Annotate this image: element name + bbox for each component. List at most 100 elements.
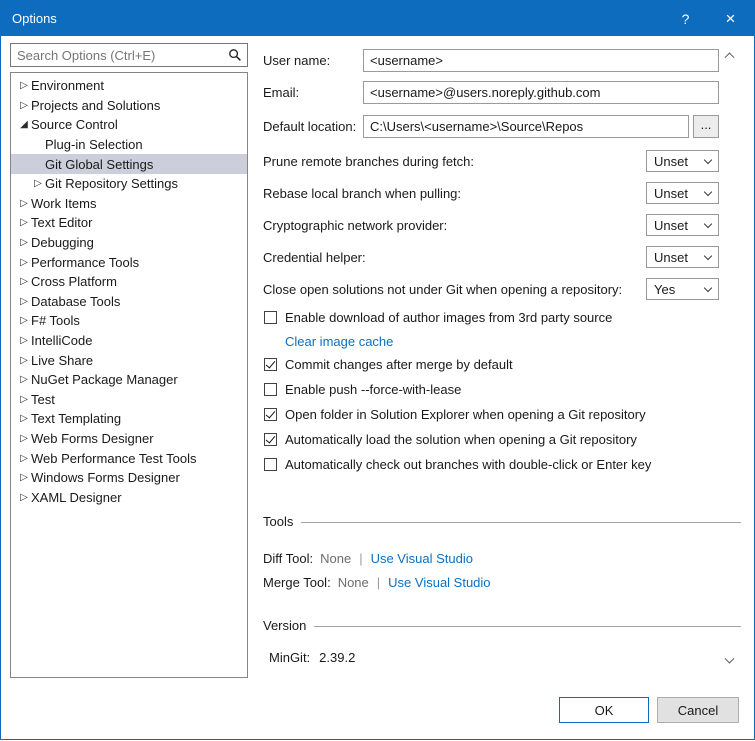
dropdown-credential-helper[interactable]: Unset: [646, 246, 719, 268]
browse-button[interactable]: ...: [693, 115, 719, 138]
expand-glyph-icon[interactable]: ▷: [17, 351, 31, 370]
scroll-down-button[interactable]: [722, 653, 736, 668]
tree-item-label: Environment: [31, 78, 104, 94]
email-label: Email:: [263, 85, 300, 100]
tree-item-web-forms-designer[interactable]: ▷ Web Forms Designer: [11, 429, 247, 449]
dropdown-close-open-solutions-not-under-git-when-opening-a-repository[interactable]: Yes: [646, 278, 719, 300]
tree-item-performance-tools[interactable]: ▷ Performance Tools: [11, 252, 247, 272]
checkbox-row[interactable]: Open folder in Solution Explorer when op…: [264, 402, 726, 427]
tree-item-live-share[interactable]: ▷ Live Share: [11, 350, 247, 370]
tree-item-git-global-settings[interactable]: Git Global Settings: [11, 154, 247, 174]
checkbox-row[interactable]: Enable download of author images from 3r…: [264, 305, 726, 330]
search-icon[interactable]: [223, 44, 247, 66]
dropdown-rebase-local-branch-when-pulling[interactable]: Unset: [646, 182, 719, 204]
expand-glyph-icon[interactable]: ▷: [17, 194, 31, 213]
chevron-up-icon: [724, 51, 734, 62]
cancel-button[interactable]: Cancel: [657, 697, 739, 723]
checkbox-row[interactable]: Automatically check out branches with do…: [264, 452, 726, 477]
tool-row-diff-tool: Diff Tool: None | Use Visual Studio: [263, 546, 491, 570]
scroll-up-button[interactable]: [722, 47, 736, 62]
expand-glyph-icon[interactable]: ▷: [17, 213, 31, 232]
checkbox-row[interactable]: Commit changes after merge by default: [264, 352, 726, 377]
options-tree: ▷ Environment ▷ Projects and Solutions ◢ Sour…: [10, 72, 248, 678]
tree-item-label: Git Repository Settings: [45, 176, 178, 192]
tree-item-work-items[interactable]: ▷ Work Items: [11, 194, 247, 214]
expand-glyph-icon[interactable]: ▷: [17, 96, 31, 115]
tool-value: None: [320, 550, 352, 566]
expand-glyph-icon[interactable]: ▷: [17, 292, 31, 311]
expand-glyph-icon[interactable]: ▷: [17, 370, 31, 389]
tree-item-nuget-package-manager[interactable]: ▷ NuGet Package Manager: [11, 370, 247, 390]
dropdown-prune-remote-branches-during-fetch[interactable]: Unset: [646, 150, 719, 172]
ok-button[interactable]: OK: [559, 697, 649, 723]
checkbox-enable-push-force-with-lease[interactable]: [264, 383, 277, 396]
checkbox-open-folder-in-solution-explorer-when-opening-a-git-repository[interactable]: [264, 408, 277, 421]
tree-item-cross-platform[interactable]: ▷ Cross Platform: [11, 272, 247, 292]
tree-item-database-tools[interactable]: ▷ Database Tools: [11, 292, 247, 312]
use-visual-studio-link[interactable]: Use Visual Studio: [371, 551, 473, 566]
tree-item-label: Text Templating: [31, 411, 122, 427]
tool-label: Merge Tool:: [263, 574, 331, 590]
tree-item-label: Web Forms Designer: [31, 430, 154, 446]
dropdown-value: Unset: [654, 185, 688, 201]
tree-item-label: Projects and Solutions: [31, 97, 161, 113]
expand-glyph-icon[interactable]: ▷: [17, 449, 31, 468]
tree-item-intellicode[interactable]: ▷ IntelliCode: [11, 331, 247, 351]
email-input[interactable]: [363, 81, 719, 104]
expand-glyph-icon[interactable]: ▷: [17, 488, 31, 507]
default-location-input[interactable]: [363, 115, 689, 138]
expand-glyph-icon[interactable]: ▷: [17, 429, 31, 448]
tree-item-windows-forms-designer[interactable]: ▷ Windows Forms Designer: [11, 468, 247, 488]
expand-glyph-icon[interactable]: ▷: [17, 331, 31, 350]
expand-glyph-icon[interactable]: ▷: [17, 468, 31, 487]
tree-item-label: F# Tools: [31, 313, 80, 329]
mingit-row: MinGit: 2.39.2: [269, 650, 355, 665]
dropdown-value: Unset: [654, 153, 688, 169]
collapse-glyph-icon[interactable]: ◢: [17, 115, 31, 134]
dropdown-cryptographic-network-provider[interactable]: Unset: [646, 214, 719, 236]
tree-item-source-control[interactable]: ◢ Source Control: [11, 115, 247, 135]
section-divider: [314, 626, 741, 627]
tree-item-f-tools[interactable]: ▷ F# Tools: [11, 311, 247, 331]
tree-item-debugging[interactable]: ▷ Debugging: [11, 233, 247, 253]
tree-item-git-repository-settings[interactable]: ▷ Git Repository Settings: [11, 174, 247, 194]
tree-item-text-templating[interactable]: ▷ Text Templating: [11, 409, 247, 429]
checkbox-label: Automatically check out branches with do…: [285, 457, 652, 472]
checkbox-row[interactable]: Enable push --force-with-lease: [264, 377, 726, 402]
checkbox-automatically-check-out-branches-with-double-click-or-enter-key[interactable]: [264, 458, 277, 471]
tree-item-environment[interactable]: ▷ Environment: [11, 76, 247, 96]
tree-item-projects-and-solutions[interactable]: ▷ Projects and Solutions: [11, 96, 247, 116]
expand-glyph-icon[interactable]: ▷: [17, 76, 31, 95]
tree-item-label: IntelliCode: [31, 333, 93, 349]
dropdown-value: Unset: [654, 217, 688, 233]
use-visual-studio-link[interactable]: Use Visual Studio: [388, 575, 490, 590]
expand-glyph-icon[interactable]: ▷: [17, 409, 31, 428]
checkbox-label: Open folder in Solution Explorer when op…: [285, 407, 646, 422]
checkbox-enable-download-of-author-images-from-3rd-party-source[interactable]: [264, 311, 277, 324]
link-row: Clear image cache: [264, 330, 726, 352]
expand-glyph-icon[interactable]: ▷: [17, 272, 31, 291]
tool-value: None: [337, 574, 369, 590]
tree-item-web-performance-test-tools[interactable]: ▷ Web Performance Test Tools: [11, 448, 247, 468]
checkbox-commit-changes-after-merge-by-default[interactable]: [264, 358, 277, 371]
checkbox-row[interactable]: Automatically load the solution when ope…: [264, 427, 726, 452]
options-dialog: { "colors": { "titlebar": "#0D6CBD", "se…: [0, 0, 755, 740]
chevron-down-icon: [703, 251, 713, 260]
expand-glyph-icon[interactable]: ▷: [17, 390, 31, 409]
tree-item-plug-in-selection[interactable]: Plug-in Selection: [11, 135, 247, 155]
clear-image-cache-link[interactable]: Clear image cache: [285, 334, 393, 349]
expand-glyph-icon[interactable]: ▷: [17, 233, 31, 252]
expand-glyph-icon[interactable]: ▷: [17, 253, 31, 272]
checkbox-section: Enable download of author images from 3r…: [264, 305, 726, 477]
checkbox-automatically-load-the-solution-when-opening-a-git-repository[interactable]: [264, 433, 277, 446]
separator: |: [376, 574, 381, 590]
expand-glyph-icon[interactable]: ▷: [17, 311, 31, 330]
tree-item-xaml-designer[interactable]: ▷ XAML Designer: [11, 487, 247, 507]
checkbox-label: Commit changes after merge by default: [285, 357, 513, 372]
search-input[interactable]: [11, 47, 223, 63]
tree-item-test[interactable]: ▷ Test: [11, 390, 247, 410]
username-input[interactable]: [363, 49, 719, 72]
tree-item-text-editor[interactable]: ▷ Text Editor: [11, 213, 247, 233]
tree-item-label: Plug-in Selection: [45, 137, 143, 153]
expand-glyph-icon[interactable]: ▷: [31, 174, 45, 193]
